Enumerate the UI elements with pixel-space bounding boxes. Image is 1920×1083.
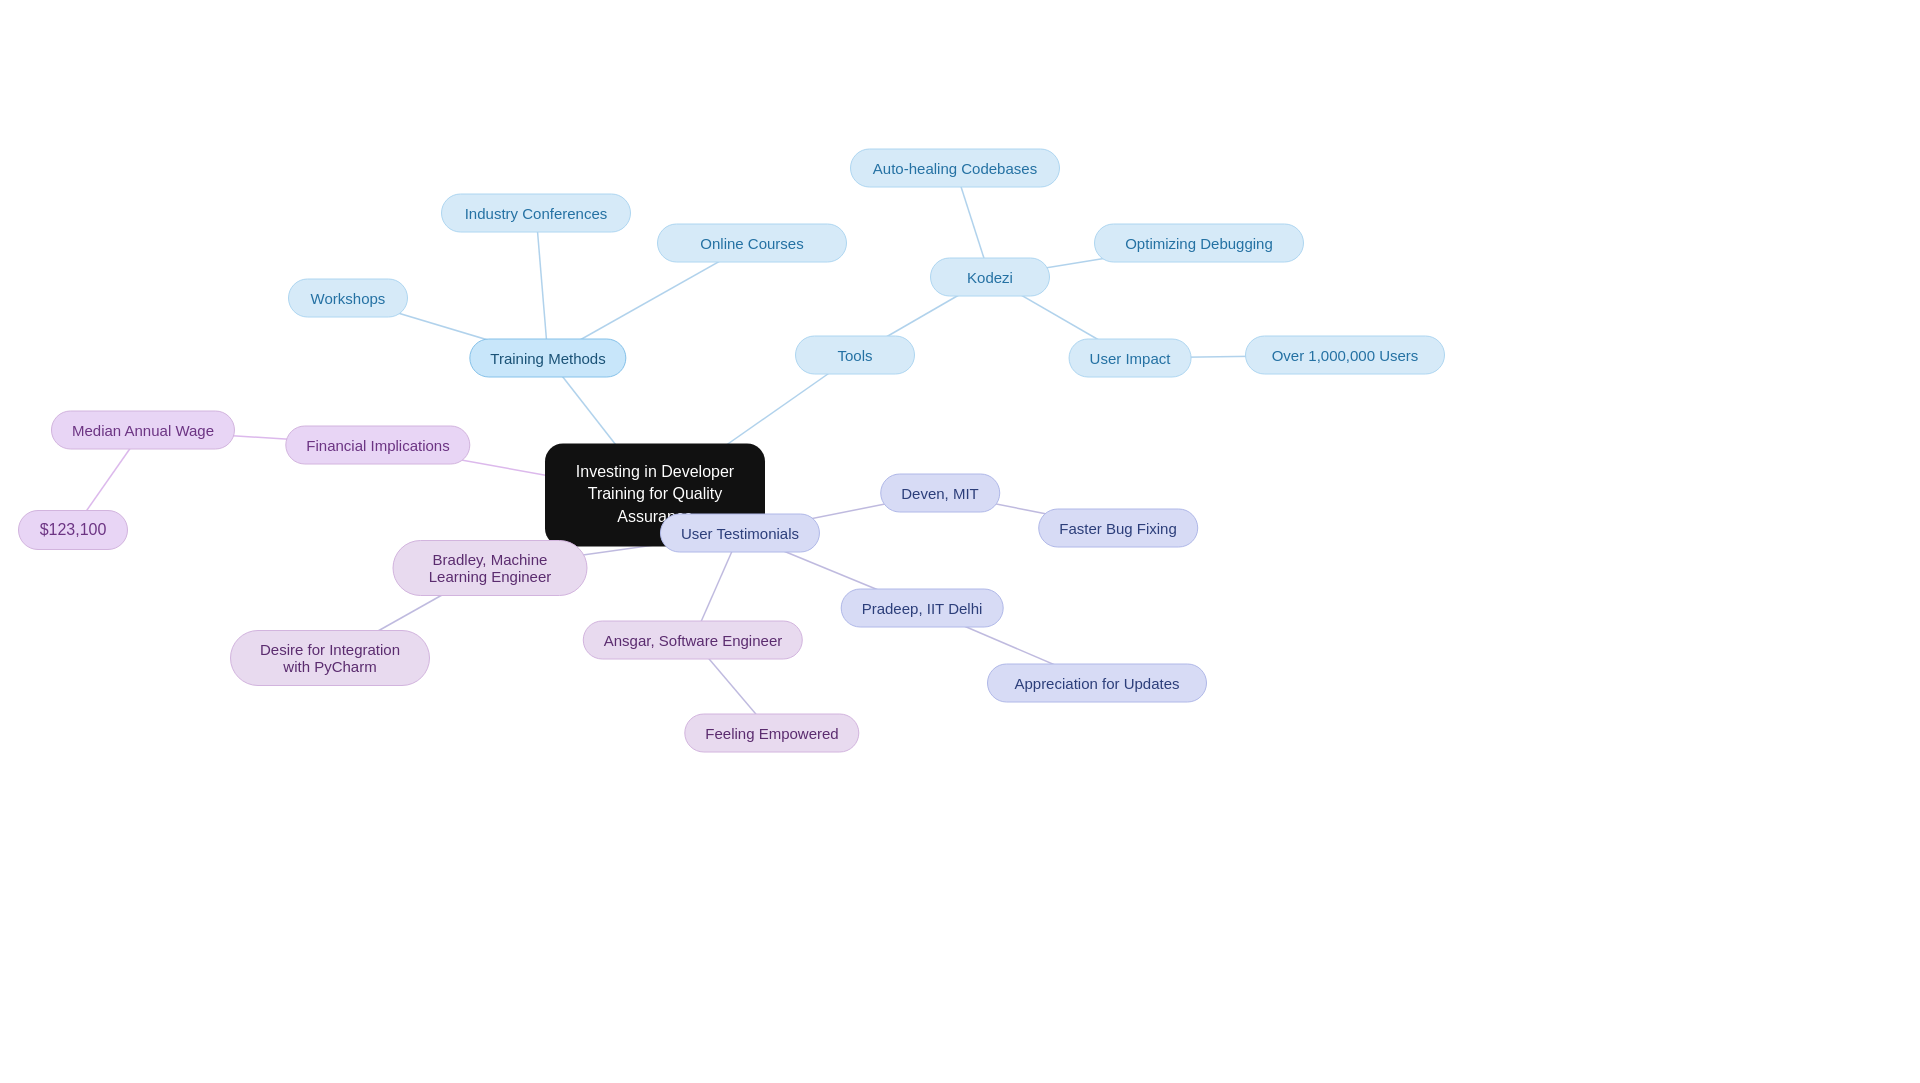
- node-training_methods[interactable]: Training Methods: [469, 339, 626, 378]
- node-tools[interactable]: Tools: [795, 336, 915, 375]
- svg-line-1: [536, 213, 548, 358]
- node-over_million[interactable]: Over 1,000,000 Users: [1245, 336, 1445, 375]
- node-industry_conferences[interactable]: Industry Conferences: [441, 194, 631, 233]
- node-pradeep[interactable]: Pradeep, IIT Delhi: [841, 589, 1004, 628]
- node-optimizing_debugging[interactable]: Optimizing Debugging: [1094, 224, 1304, 263]
- node-financial_implications[interactable]: Financial Implications: [285, 426, 470, 465]
- node-salary[interactable]: $123,100: [18, 510, 128, 550]
- node-user_testimonials[interactable]: User Testimonials: [660, 514, 820, 553]
- node-median_annual_wage[interactable]: Median Annual Wage: [51, 411, 235, 450]
- node-ansgar[interactable]: Ansgar, Software Engineer: [583, 621, 803, 660]
- node-deven_mit[interactable]: Deven, MIT: [880, 474, 1000, 513]
- mind-map: Investing in Developer Training for Qual…: [0, 0, 1920, 1083]
- node-desire_integration[interactable]: Desire for Integration with PyCharm: [230, 630, 430, 686]
- node-auto_healing[interactable]: Auto-healing Codebases: [850, 149, 1060, 188]
- node-faster_bug[interactable]: Faster Bug Fixing: [1038, 509, 1198, 548]
- node-feeling_empowered[interactable]: Feeling Empowered: [684, 714, 859, 753]
- node-appreciation[interactable]: Appreciation for Updates: [987, 664, 1207, 703]
- node-kodezi[interactable]: Kodezi: [930, 258, 1050, 297]
- node-bradley[interactable]: Bradley, Machine Learning Engineer: [393, 540, 588, 596]
- node-user_impact[interactable]: User Impact: [1069, 339, 1192, 378]
- node-online_courses[interactable]: Online Courses: [657, 224, 847, 263]
- node-workshops[interactable]: Workshops: [288, 279, 408, 318]
